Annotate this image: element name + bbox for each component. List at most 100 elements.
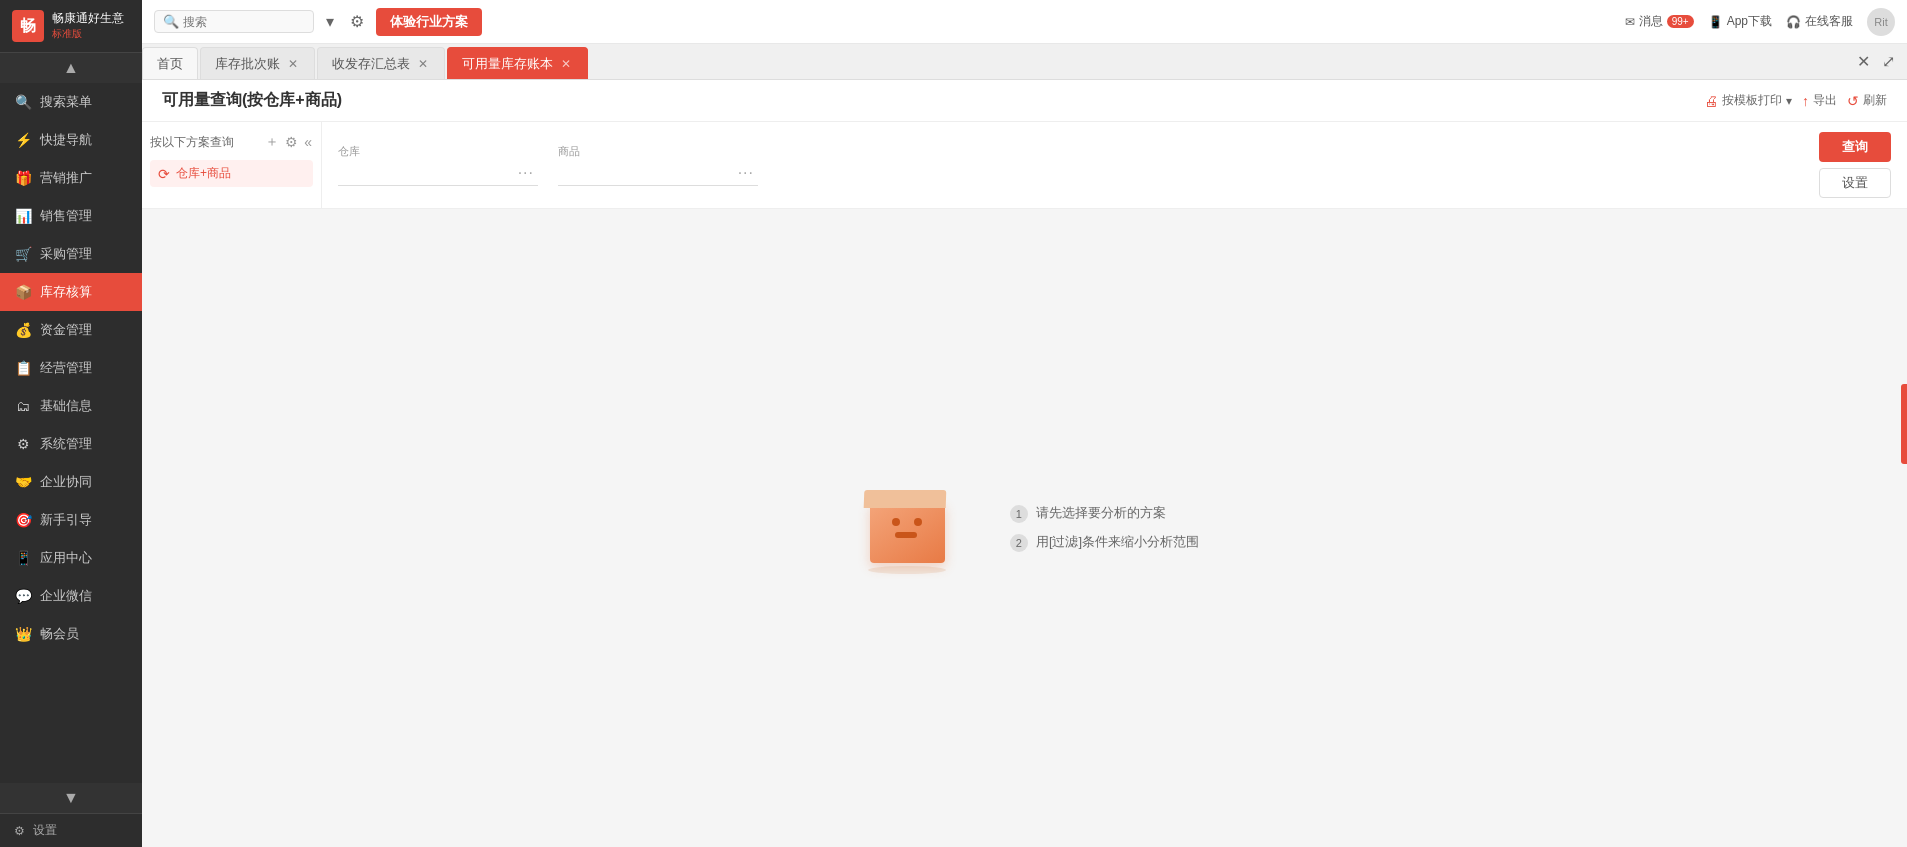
tab-close-receipt_summary[interactable]: ✕: [416, 58, 430, 70]
warehouse-input-wrapper: ···: [338, 161, 538, 186]
sidebar-label-sales: 销售管理: [40, 207, 92, 225]
goods-input-wrapper: ···: [558, 161, 758, 186]
face-mouth: [895, 532, 917, 538]
sidebar-scroll-down[interactable]: ▼: [0, 783, 142, 813]
warehouse-more-btn[interactable]: ···: [518, 164, 534, 182]
filter-schemes-header: 按以下方案查询 ＋ ⚙ «: [150, 132, 313, 152]
tab-batch_ledger[interactable]: 库存批次账✕: [200, 47, 315, 79]
tab-close-batch_ledger[interactable]: ✕: [286, 58, 300, 70]
topbar-settings-btn[interactable]: ⚙: [346, 10, 368, 33]
sidebar-label-inventory: 库存核算: [40, 283, 92, 301]
sidebar-item-operations[interactable]: 📋 经营管理: [0, 349, 142, 387]
settings-btn[interactable]: 设置: [1819, 168, 1891, 198]
search-input[interactable]: [183, 15, 303, 29]
add-scheme-btn[interactable]: ＋: [264, 132, 280, 152]
sidebar-bottom[interactable]: ⚙ 设置: [0, 813, 142, 847]
topbar: 🔍 ▾ ⚙ 体验行业方案 ✉ 消息 99+ 📱 App下载 🎧 在线客服 Rit: [142, 0, 1907, 44]
tab-maximize-btn[interactable]: ⤢: [1878, 50, 1899, 73]
sidebar-icon-operations: 📋: [14, 359, 32, 377]
face-left-eye: [892, 518, 900, 526]
app-download-btn[interactable]: 📱 App下载: [1708, 13, 1772, 30]
sidebar-item-newbie[interactable]: 🎯 新手引导: [0, 501, 142, 539]
page-content: 可用量查询(按仓库+商品) 🖨 按模板打印 ▾ ↑ 导出 ↺ 刷新: [142, 80, 1907, 847]
sidebar-brand-name: 畅康通好生意: [52, 11, 124, 27]
box-top: [864, 490, 947, 508]
filter-schemes: 按以下方案查询 ＋ ⚙ « ⟳ 仓库+商品: [142, 122, 322, 208]
goods-input[interactable]: [562, 166, 732, 181]
tabs-bar: 首页库存批次账✕收发存汇总表✕可用量库存账本✕ ✕ ⤢: [142, 44, 1907, 80]
sidebar-icon-newbie: 🎯: [14, 511, 32, 529]
sidebar-label-shortcut: 快捷导航: [40, 131, 92, 149]
sidebar-item-purchase[interactable]: 🛒 采购管理: [0, 235, 142, 273]
sidebar-item-member[interactable]: 👑 畅会员: [0, 615, 142, 653]
tab-available_ledger[interactable]: 可用量库存账本✕: [447, 47, 588, 79]
sidebar-icon-finance: 💰: [14, 321, 32, 339]
sidebar-item-marketing_promo[interactable]: 🎁 营销推广: [0, 159, 142, 197]
filter-fields: 仓库 ··· 商品 ···: [322, 122, 1803, 208]
tabs-right-buttons: ✕ ⤢: [1853, 44, 1907, 79]
sidebar-item-basic_info[interactable]: 🗂 基础信息: [0, 387, 142, 425]
warehouse-label: 仓库: [338, 144, 538, 159]
topbar-search-box[interactable]: 🔍: [154, 10, 314, 33]
sidebar-scroll-area: 🔍 搜索菜单 ⚡ 快捷导航 🎁 营销推广 📊 销售管理 🛒 采购管理 📦 库存核…: [0, 83, 142, 783]
sidebar-label-member: 畅会员: [40, 625, 79, 643]
goods-more-btn[interactable]: ···: [738, 164, 754, 182]
tab-label-home: 首页: [157, 55, 183, 73]
sidebar-label-system: 系统管理: [40, 435, 92, 453]
sidebar-item-wechat[interactable]: 💬 企业微信: [0, 577, 142, 615]
topbar-dropdown-btn[interactable]: ▾: [322, 10, 338, 33]
sidebar-icon-basic_info: 🗂: [14, 397, 32, 415]
page-header-actions: 🖨 按模板打印 ▾ ↑ 导出 ↺ 刷新: [1704, 92, 1887, 109]
print-dropdown-icon: ▾: [1786, 94, 1792, 108]
scheme-label: 仓库+商品: [176, 165, 231, 182]
sidebar-icon-shortcut: ⚡: [14, 131, 32, 149]
refresh-btn[interactable]: ↺ 刷新: [1847, 92, 1887, 109]
sidebar-item-finance[interactable]: 💰 资金管理: [0, 311, 142, 349]
sidebar-item-system[interactable]: ⚙ 系统管理: [0, 425, 142, 463]
sidebar-icon-search: 🔍: [14, 93, 32, 111]
scheme-item-warehouse-goods[interactable]: ⟳ 仓库+商品: [150, 160, 313, 187]
manage-scheme-btn[interactable]: ⚙: [284, 133, 299, 151]
sidebar-label-marketing_promo: 营销推广: [40, 169, 92, 187]
industry-btn[interactable]: 体验行业方案: [376, 8, 482, 36]
main-area: 🔍 ▾ ⚙ 体验行业方案 ✉ 消息 99+ 📱 App下载 🎧 在线客服 Rit: [142, 0, 1907, 847]
sidebar-scroll-up[interactable]: ▲: [0, 53, 142, 83]
message-btn[interactable]: ✉ 消息 99+: [1625, 13, 1694, 30]
sidebar-item-sales[interactable]: 📊 销售管理: [0, 197, 142, 235]
app-icon: 📱: [1708, 15, 1723, 29]
warehouse-input[interactable]: [342, 166, 512, 181]
print-btn[interactable]: 🖨 按模板打印 ▾: [1704, 92, 1792, 109]
sidebar-label-wechat: 企业微信: [40, 587, 92, 605]
query-btn[interactable]: 查询: [1819, 132, 1891, 162]
sidebar-label-newbie: 新手引导: [40, 511, 92, 529]
sidebar-item-search[interactable]: 🔍 搜索菜单: [0, 83, 142, 121]
sidebar-icon-app_center: 📱: [14, 549, 32, 567]
sidebar-item-inventory[interactable]: 📦 库存核算: [0, 273, 142, 311]
sidebar-icon-sales: 📊: [14, 207, 32, 225]
sidebar-edition: 标准版: [52, 27, 124, 41]
right-scroll-hint: [1901, 384, 1907, 464]
sidebar-item-shortcut[interactable]: ⚡ 快捷导航: [0, 121, 142, 159]
sidebar-icon-inventory: 📦: [14, 283, 32, 301]
sidebar-icon-enterprise: 🤝: [14, 473, 32, 491]
collapse-btn[interactable]: «: [303, 133, 313, 151]
sidebar-label-app_center: 应用中心: [40, 549, 92, 567]
sidebar-label-enterprise: 企业协同: [40, 473, 92, 491]
sidebar-item-enterprise[interactable]: 🤝 企业协同: [0, 463, 142, 501]
online-service-btn[interactable]: 🎧 在线客服: [1786, 13, 1853, 30]
sidebar-icon-purchase: 🛒: [14, 245, 32, 263]
tab-home[interactable]: 首页: [142, 47, 198, 79]
sidebar-label-finance: 资金管理: [40, 321, 92, 339]
user-avatar[interactable]: Rit: [1867, 8, 1895, 36]
filter-field-warehouse: 仓库 ···: [338, 144, 538, 186]
tab-receipt_summary[interactable]: 收发存汇总表✕: [317, 47, 445, 79]
page-header: 可用量查询(按仓库+商品) 🖨 按模板打印 ▾ ↑ 导出 ↺ 刷新: [142, 80, 1907, 122]
box-shadow: [868, 566, 946, 574]
sidebar-item-app_center[interactable]: 📱 应用中心: [0, 539, 142, 577]
export-btn[interactable]: ↑ 导出: [1802, 92, 1837, 109]
sidebar-label-purchase: 采购管理: [40, 245, 92, 263]
tab-close-available_ledger[interactable]: ✕: [559, 58, 573, 70]
tab-close-btn[interactable]: ✕: [1853, 50, 1874, 73]
filter-actions: 查询 设置: [1803, 122, 1907, 208]
goods-label: 商品: [558, 144, 758, 159]
